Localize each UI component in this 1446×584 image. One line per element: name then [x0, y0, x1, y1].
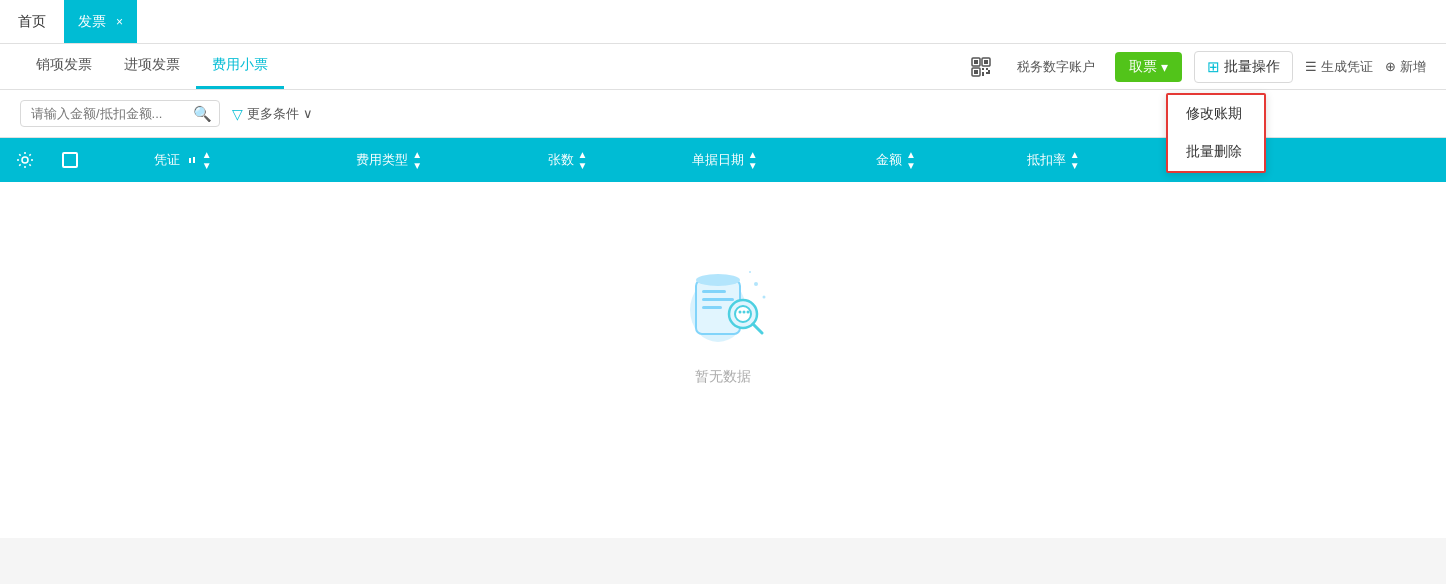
th-deduct-rate: 抵扣率 ▲▼: [975, 149, 1132, 171]
svg-rect-9: [986, 72, 990, 74]
empty-text: 暂无数据: [695, 368, 751, 386]
toolbar-right: 税务数字账户 取票 ▾ ⊞ 批量操作 ☰ 生成凭证 ⊕ 新增 修改账期 批量删除: [965, 51, 1426, 83]
batch-op-label: 批量操作: [1224, 58, 1280, 76]
more-filter-label: 更多条件: [247, 105, 299, 123]
sort-count[interactable]: ▲▼: [578, 149, 588, 171]
svg-point-24: [754, 282, 758, 286]
svg-point-21: [739, 311, 742, 314]
dropdown-item-modify-period[interactable]: 修改账期: [1168, 95, 1264, 133]
batch-op-dropdown: 修改账期 批量删除: [1166, 93, 1266, 173]
svg-rect-7: [986, 68, 988, 70]
svg-point-17: [696, 274, 740, 286]
svg-rect-1: [974, 60, 978, 64]
empty-icon: [668, 242, 778, 352]
sort-expense-type[interactable]: ▲▼: [412, 149, 422, 171]
main-content: 凭证 ▲▼ 费用类型 ▲▼ 张数 ▲▼ 单据日期 ▲▼ 金额 ▲▼ 抵扣率 ▲▼…: [0, 138, 1446, 538]
svg-rect-6: [982, 68, 984, 70]
empty-state: 暂无数据: [0, 182, 1446, 426]
gen-voucher-button[interactable]: ☰ 生成凭证: [1305, 58, 1373, 76]
more-filter-arrow: ∨: [303, 106, 313, 121]
qr-icon[interactable]: [965, 51, 997, 83]
more-filter-button[interactable]: ▽ 更多条件 ∨: [232, 105, 313, 123]
svg-rect-5: [974, 70, 978, 74]
tab-input[interactable]: 进项发票: [108, 44, 196, 89]
sort-date[interactable]: ▲▼: [748, 149, 758, 171]
nav-home[interactable]: 首页: [0, 0, 64, 43]
batch-op-button[interactable]: ⊞ 批量操作: [1194, 51, 1293, 83]
th-settings[interactable]: [0, 151, 50, 169]
add-icon: ⊕: [1385, 59, 1396, 74]
svg-rect-8: [982, 72, 984, 76]
svg-point-19: [735, 306, 751, 322]
svg-point-26: [749, 271, 751, 273]
th-voucher: 凭证 ▲▼: [90, 149, 275, 171]
search-input[interactable]: [20, 100, 220, 127]
take-ticket-button[interactable]: 取票 ▾: [1115, 52, 1182, 82]
svg-point-23: [747, 311, 750, 314]
take-ticket-label: 取票: [1129, 58, 1157, 76]
sub-tabs: 销项发票 进项发票 费用小票: [20, 44, 284, 89]
add-label: 新增: [1400, 58, 1426, 76]
svg-point-11: [22, 157, 28, 163]
gen-voucher-icon: ☰: [1305, 59, 1317, 74]
nav-tab-close-icon[interactable]: ×: [116, 15, 123, 29]
nav-tab-invoice[interactable]: 发票 ×: [64, 0, 137, 43]
search-input-wrap: 🔍: [20, 100, 220, 127]
add-button[interactable]: ⊕ 新增: [1385, 58, 1426, 76]
sub-tabs-bar: 销项发票 进项发票 费用小票 税务数字账户 取票 ▾: [0, 44, 1446, 90]
sort-voucher[interactable]: ▲▼: [202, 149, 212, 171]
th-count: 张数 ▲▼: [503, 149, 632, 171]
svg-rect-15: [702, 298, 734, 301]
th-amount: 金额 ▲▼: [817, 149, 974, 171]
tax-account-btn[interactable]: 税务数字账户: [1009, 58, 1103, 76]
svg-line-20: [753, 324, 762, 333]
th-date: 单据日期 ▲▼: [632, 149, 817, 171]
th-expense-type: 费用类型 ▲▼: [275, 149, 503, 171]
svg-point-22: [743, 311, 746, 314]
search-icon-button[interactable]: 🔍: [193, 105, 212, 123]
sort-amount[interactable]: ▲▼: [906, 149, 916, 171]
tab-expense[interactable]: 费用小票: [196, 44, 284, 89]
header-checkbox[interactable]: [62, 152, 78, 168]
sort-deduct-rate[interactable]: ▲▼: [1070, 149, 1080, 171]
th-checkbox[interactable]: [50, 152, 90, 168]
svg-point-25: [763, 296, 766, 299]
svg-rect-14: [702, 290, 726, 293]
filter-icon: ▽: [232, 106, 243, 122]
batch-op-icon: ⊞: [1207, 58, 1220, 76]
nav-tab-label: 发票: [78, 13, 106, 31]
svg-rect-3: [984, 60, 988, 64]
take-ticket-arrow: ▾: [1161, 59, 1168, 75]
dropdown-item-batch-delete[interactable]: 批量删除: [1168, 133, 1264, 171]
top-nav: 首页 发票 ×: [0, 0, 1446, 44]
gen-voucher-label: 生成凭证: [1321, 58, 1373, 76]
svg-rect-10: [988, 70, 990, 72]
tab-sales[interactable]: 销项发票: [20, 44, 108, 89]
svg-rect-16: [702, 306, 722, 309]
